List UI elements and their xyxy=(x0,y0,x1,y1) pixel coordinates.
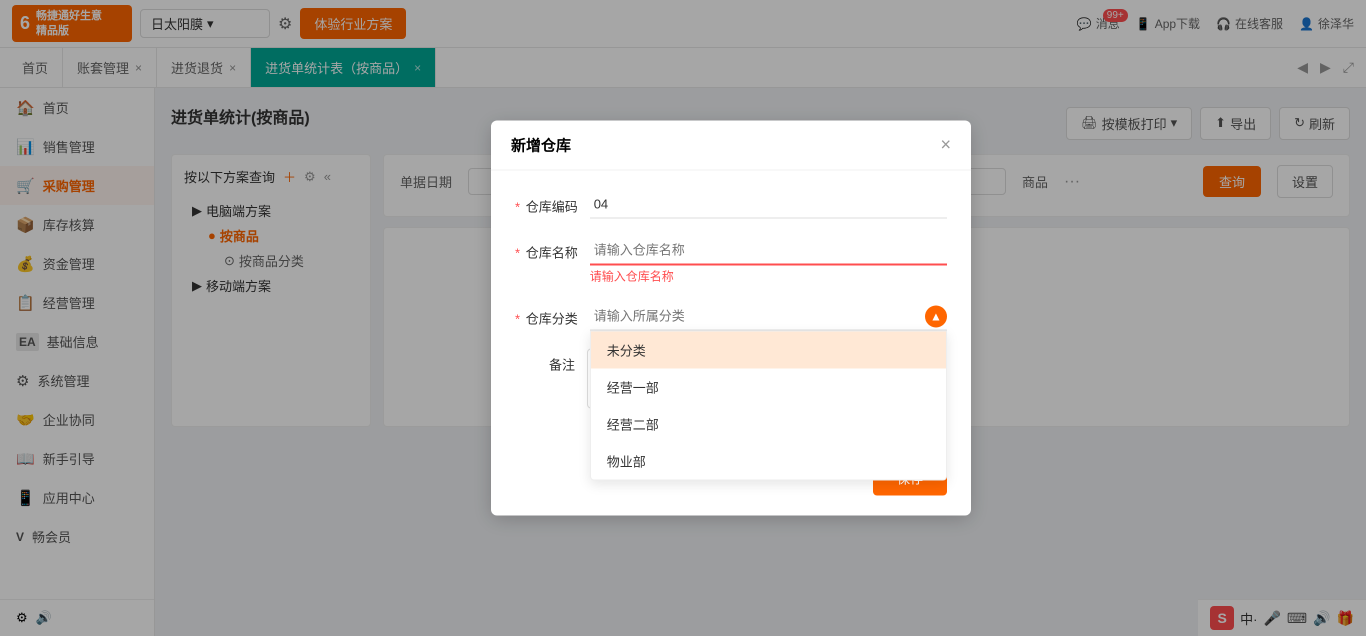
code-input[interactable] xyxy=(590,191,947,219)
form-row-category: * 仓库分类 ▲ 未分类 经营一部 经营二部 xyxy=(515,303,947,331)
code-input-wrap xyxy=(590,191,947,219)
name-input-wrap: 请输入仓库名称 xyxy=(590,237,947,285)
category-input[interactable] xyxy=(590,303,925,330)
name-error-hint: 请输入仓库名称 xyxy=(590,268,947,285)
category-label: * 仓库分类 xyxy=(515,303,578,328)
code-required-star: * xyxy=(515,200,520,215)
name-required-star: * xyxy=(515,246,520,261)
category-wrap: ▲ 未分类 经营一部 经营二部 物业部 xyxy=(590,303,947,331)
modal-title: 新增仓库 xyxy=(511,135,571,156)
name-label: * 仓库名称 xyxy=(515,237,578,262)
modal-close-button[interactable]: × xyxy=(940,135,951,156)
name-input[interactable] xyxy=(590,237,947,266)
category-dropdown: 未分类 经营一部 经营二部 物业部 xyxy=(590,331,947,481)
category-toggle-button[interactable]: ▲ xyxy=(925,305,947,327)
dropdown-item-uncategorized[interactable]: 未分类 xyxy=(591,332,946,369)
notes-label: 备注 xyxy=(515,349,575,374)
category-input-row: ▲ xyxy=(590,303,947,331)
dropdown-item-dept1[interactable]: 经营一部 xyxy=(591,369,946,406)
add-warehouse-modal: 新增仓库 × * 仓库编码 * 仓库名称 请输入仓库名称 xyxy=(491,121,971,516)
form-row-name: * 仓库名称 请输入仓库名称 xyxy=(515,237,947,285)
form-row-code: * 仓库编码 xyxy=(515,191,947,219)
modal-body: * 仓库编码 * 仓库名称 请输入仓库名称 * 仓库分类 xyxy=(491,171,971,451)
code-label: * 仓库编码 xyxy=(515,191,578,216)
dropdown-item-dept3[interactable]: 物业部 xyxy=(591,443,946,480)
category-required-star: * xyxy=(515,312,520,327)
modal-header: 新增仓库 × xyxy=(491,121,971,171)
dropdown-item-dept2[interactable]: 经营二部 xyxy=(591,406,946,443)
